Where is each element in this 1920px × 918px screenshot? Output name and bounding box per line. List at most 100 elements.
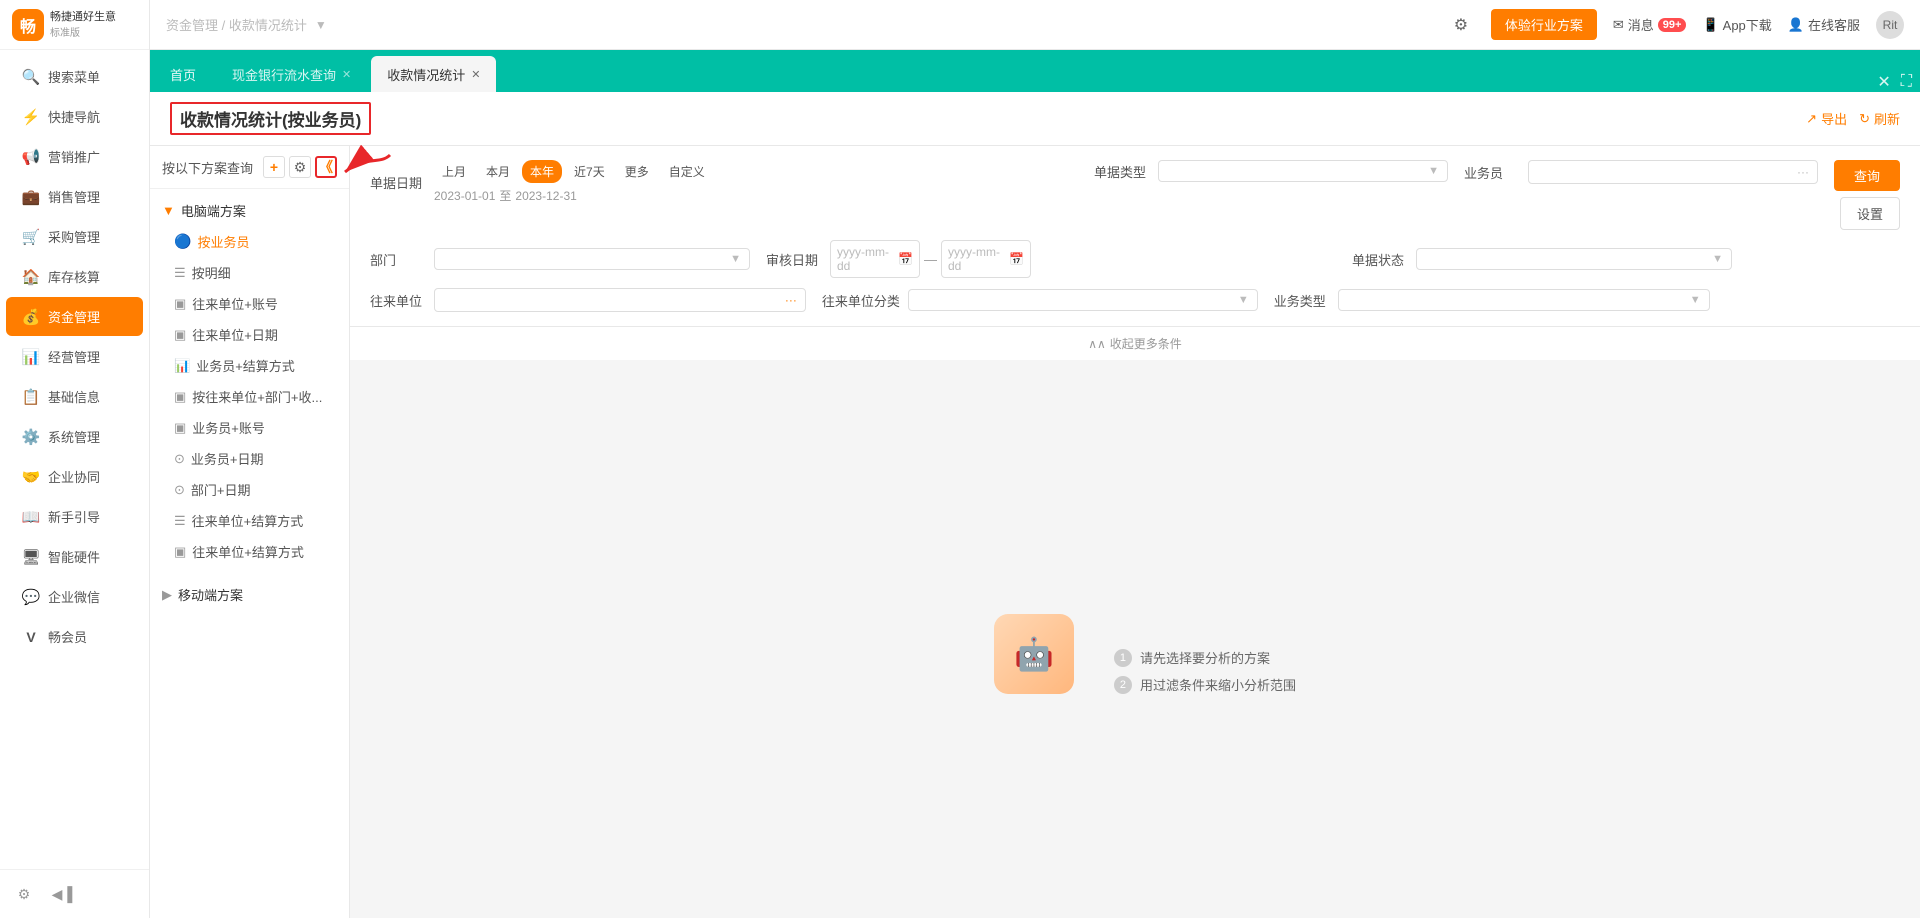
app-download-btn[interactable]: 📱 App下载 [1702, 15, 1771, 34]
tree-item-unit-dept[interactable]: ▣ 按往来单位+部门+收... [150, 381, 349, 412]
doc-status-dropdown[interactable]: ▼ [1416, 248, 1732, 270]
collapse-bar[interactable]: ∧∧ 收起更多条件 [350, 327, 1920, 360]
bank-tab-close-icon[interactable]: ✕ [342, 68, 351, 81]
tab-receipt[interactable]: 收款情况统计 ✕ [371, 56, 496, 92]
guide-icon: 📖 [22, 508, 40, 526]
tree-mobile-parent[interactable]: ▶ 移动端方案 [150, 579, 349, 610]
empty-tip-2: 2 用过滤条件来缩小分析范围 [1114, 675, 1296, 694]
dept-dropdown[interactable]: ▼ [434, 248, 750, 270]
date-tab-thismonth[interactable]: 本月 [478, 160, 518, 183]
sidebar-bottom: ⚙ ◀▐ [0, 869, 149, 918]
salesman-label: 业务员 [1464, 163, 1520, 182]
dept-dropdown-arrow: ▼ [730, 253, 741, 265]
date-tab-7days[interactable]: 近7天 [566, 160, 613, 183]
main-content: 资金管理 / 收款情况统计 ▼ ⚙ 体验行业方案 ✉ 消息 99+ 📱 App下… [150, 0, 1920, 918]
sidebar-item-marketing[interactable]: 📢 营销推广 [6, 137, 143, 176]
salesman-account-label: 业务员+账号 [192, 418, 265, 437]
date-tab-lastmonth[interactable]: 上月 [434, 160, 474, 183]
date-tab-thisyear[interactable]: 本年 [522, 160, 562, 183]
add-scheme-btn[interactable]: + [263, 156, 285, 178]
edition-badge: 标准版 [50, 24, 116, 39]
review-date-to[interactable]: yyyy-mm-dd 📅 [941, 240, 1031, 278]
sidebar-settings-btn[interactable]: ⚙ [10, 880, 38, 908]
salesman-date-label: 业务员+日期 [191, 449, 264, 468]
sidebar-item-quicknav[interactable]: ⚡ 快捷导航 [6, 97, 143, 136]
receipt-tab-close-icon[interactable]: ✕ [471, 68, 480, 81]
tree-item-salesman-date[interactable]: ⊙ 业务员+日期 [150, 443, 349, 474]
tab-bank[interactable]: 现金银行流水查询 ✕ [216, 56, 367, 92]
filter-settings-btn[interactable]: 设置 [1840, 197, 1900, 230]
doc-status-label: 单据状态 [1352, 250, 1408, 269]
logo-text: 畅捷通好生意 [50, 10, 116, 24]
tree-section-desktop: ▼ 电脑端方案 🔵 按业务员 ☰ 按明细 ▣ 往来单位+账号 [150, 189, 349, 573]
page-title-actions: ↗ 导出 ↻ 刷新 [1806, 109, 1900, 128]
tab-home[interactable]: 首页 [154, 56, 212, 92]
sidebar-collapse-btn[interactable]: ◀▐ [48, 880, 76, 908]
tree-item-salesman-account[interactable]: ▣ 业务员+账号 [150, 412, 349, 443]
sidebar-item-member[interactable]: V 畅会员 [6, 617, 143, 656]
tree-desktop-parent[interactable]: ▼ 电脑端方案 [150, 195, 349, 226]
sidebar-item-wechat[interactable]: 💬 企业微信 [6, 577, 143, 616]
tree-item-detail[interactable]: ☰ 按明细 [150, 257, 349, 288]
online-service-btn[interactable]: 👤 在线客服 [1788, 15, 1860, 34]
marketing-icon: 📢 [22, 148, 40, 166]
page-title: 收款情况统计(按业务员) [170, 102, 371, 135]
doc-type-dropdown[interactable]: ▼ [1158, 160, 1448, 182]
tree-item-unit-account[interactable]: ▣ 往来单位+账号 [150, 288, 349, 319]
unit-account-label: 往来单位+账号 [192, 294, 278, 313]
operation-icon: 📊 [22, 348, 40, 366]
sidebar-item-operation[interactable]: 📊 经营管理 [6, 337, 143, 376]
sidebar-item-search[interactable]: 🔍 搜索菜单 [6, 57, 143, 96]
sidebar-item-purchase[interactable]: 🛒 采购管理 [6, 217, 143, 256]
export-btn[interactable]: ↗ 导出 [1806, 109, 1847, 128]
counterpart-type-dropdown[interactable]: ▼ [908, 289, 1258, 311]
salesman-more-icon[interactable]: ··· [1797, 165, 1809, 179]
dropdown-arrow-icon[interactable]: ▼ [315, 18, 327, 32]
sidebar-item-fund[interactable]: 💰 资金管理 [6, 297, 143, 336]
breadcrumb: 资金管理 / 收款情况统计 ▼ [166, 15, 1435, 34]
dept-date-label: 部门+日期 [191, 480, 251, 499]
tree-item-unit-settlement1[interactable]: ☰ 往来单位+结算方式 [150, 505, 349, 536]
empty-tips: 1 请先选择要分析的方案 2 用过滤条件来缩小分析范围 [1114, 648, 1296, 694]
tree-item-unit-date[interactable]: ▣ 往来单位+日期 [150, 319, 349, 350]
tree-item-unit-settlement2[interactable]: ▣ 往来单位+结算方式 [150, 536, 349, 567]
tree-item-salesman-settlement[interactable]: 📊 业务员+结算方式 [150, 350, 349, 381]
try-industry-btn[interactable]: 体验行业方案 [1491, 9, 1597, 40]
collapse-panel-btn[interactable]: 《 [315, 156, 337, 178]
review-date-from[interactable]: yyyy-mm-dd 📅 [830, 240, 920, 278]
scheme-settings-btn[interactable]: ⚙ [289, 156, 311, 178]
app-icon: 📱 [1702, 17, 1718, 33]
query-btn[interactable]: 查询 [1834, 160, 1900, 191]
date-label: 单据日期 [370, 173, 426, 192]
date-tab-custom[interactable]: 自定义 [661, 160, 713, 183]
date-tab-more[interactable]: 更多 [617, 160, 657, 183]
counterpart-more-icon[interactable]: ··· [785, 293, 797, 307]
warehouse-icon: 🏠 [22, 268, 40, 286]
calendar-from-icon[interactable]: 📅 [898, 252, 913, 266]
review-date-label: 审核日期 [766, 250, 822, 269]
refresh-btn[interactable]: ↻ 刷新 [1859, 109, 1900, 128]
sidebar-item-sales[interactable]: 💼 销售管理 [6, 177, 143, 216]
left-panel-btns: + ⚙ 《 [263, 156, 337, 178]
tab-close-all-icon[interactable]: ✕ [1877, 72, 1890, 92]
calendar-to-icon[interactable]: 📅 [1009, 252, 1024, 266]
sidebar-item-warehouse[interactable]: 🏠 库存核算 [6, 257, 143, 296]
quicknav-icon: ⚡ [22, 108, 40, 126]
sidebar-item-guide[interactable]: 📖 新手引导 [6, 497, 143, 536]
tree-item-salesman[interactable]: 🔵 按业务员 [150, 226, 349, 257]
user-avatar[interactable]: Rit [1876, 11, 1904, 39]
sidebar-item-baseinfo[interactable]: 📋 基础信息 [6, 377, 143, 416]
tree-item-dept-date[interactable]: ⊙ 部门+日期 [150, 474, 349, 505]
message-btn[interactable]: ✉ 消息 99+ [1613, 15, 1687, 34]
settings-gear-icon[interactable]: ⚙ [1447, 11, 1475, 39]
baseinfo-icon: 📋 [22, 388, 40, 406]
export-icon: ↗ [1806, 111, 1817, 127]
sidebar-item-hardware[interactable]: 🖥 智能硬件 [6, 537, 143, 576]
counterpart-type-arrow: ▼ [1238, 294, 1249, 306]
sidebar-item-system[interactable]: ⚙️ 系统管理 [6, 417, 143, 456]
sidebar-item-enterprise[interactable]: 🤝 企业协同 [6, 457, 143, 496]
tab-expand-icon[interactable]: ⛶ [1901, 73, 1912, 91]
system-icon: ⚙️ [22, 428, 40, 446]
business-type-dropdown[interactable]: ▼ [1338, 289, 1710, 311]
filter-area: 单据日期 上月 本月 本年 近7天 更多 自定义 [350, 146, 1920, 327]
